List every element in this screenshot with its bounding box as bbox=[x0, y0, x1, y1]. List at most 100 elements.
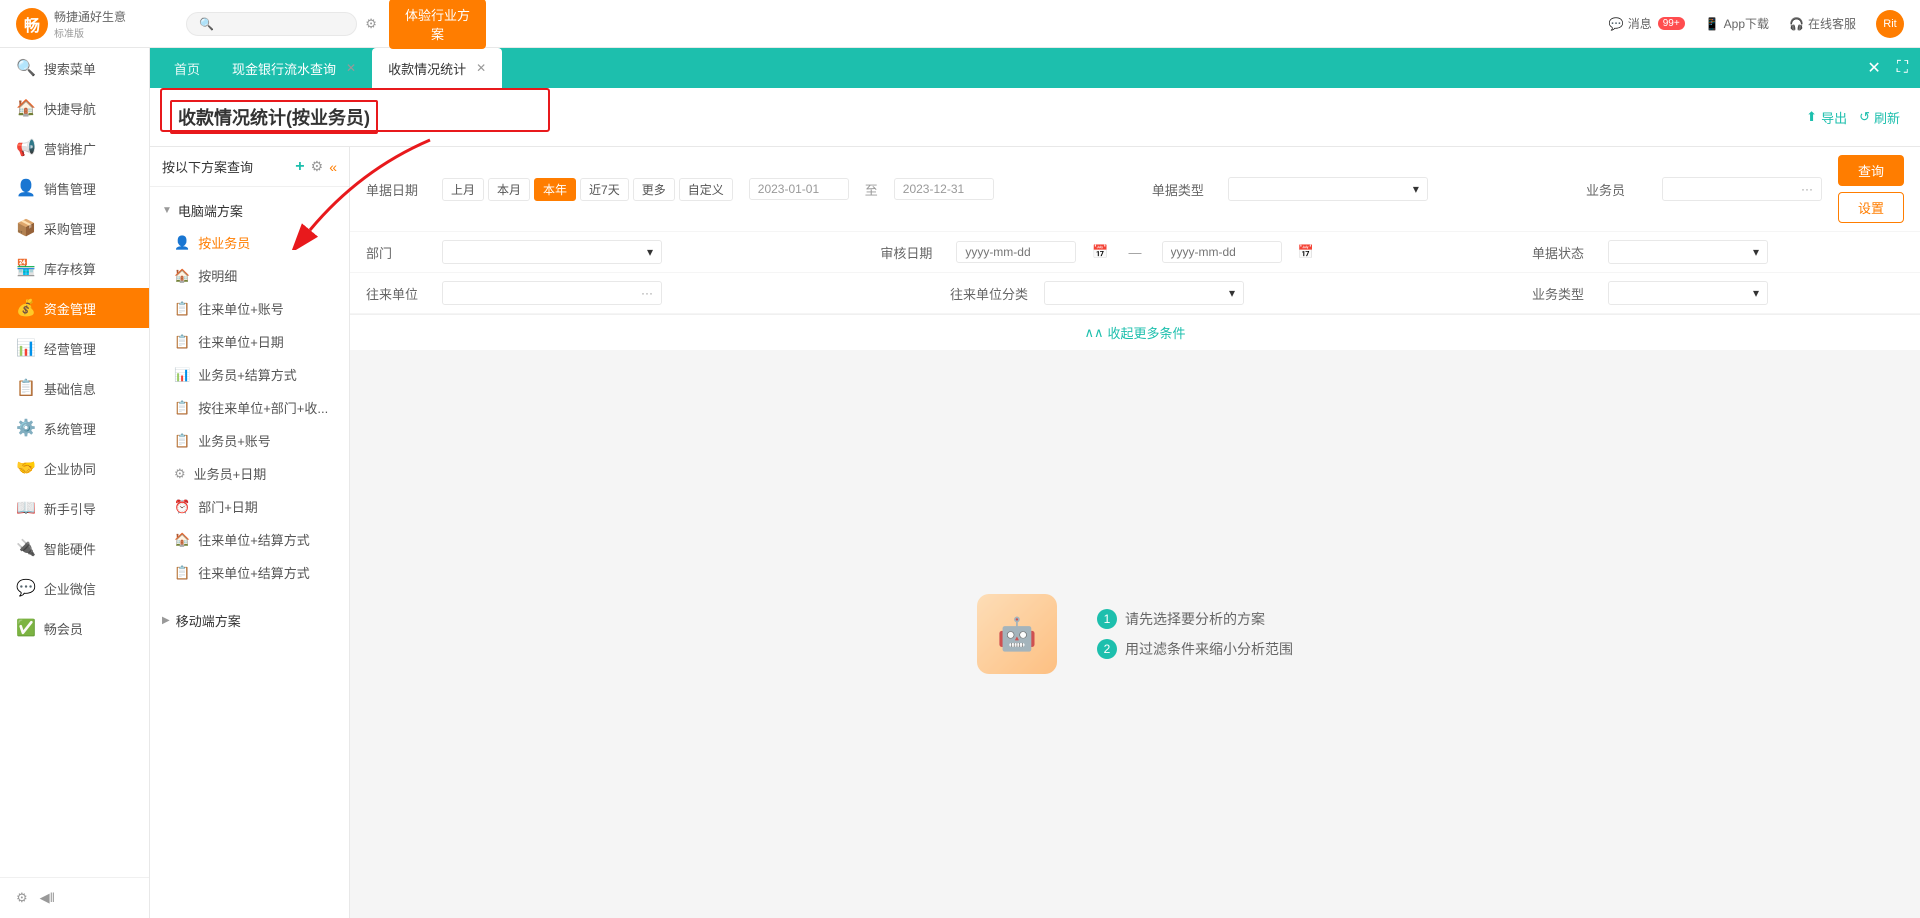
tab-home[interactable]: 首页 bbox=[158, 48, 216, 88]
date-btn-3[interactable]: 近7天 bbox=[580, 178, 629, 201]
sidebar-label-wechat: 企业微信 bbox=[44, 579, 96, 598]
calendar-icon2[interactable]: 📅 bbox=[1298, 244, 1314, 260]
headset-icon: 🎧 bbox=[1789, 17, 1804, 31]
scheme-item-icon-0-3: 📋 bbox=[174, 334, 190, 350]
salesperson-dots[interactable]: ··· bbox=[1801, 182, 1813, 196]
sidebar-icon-guide: 📖 bbox=[16, 498, 36, 518]
doc-type-select[interactable]: ▾ bbox=[1228, 177, 1428, 201]
scheme-section-title-0[interactable]: ▼电脑端方案 bbox=[150, 195, 349, 226]
sidebar-item-member[interactable]: ✅畅会员 bbox=[0, 608, 149, 648]
sidebar-item-purchase[interactable]: 📦采购管理 bbox=[0, 208, 149, 248]
scheme-item-0-2[interactable]: 📋往来单位+账号 bbox=[150, 292, 349, 325]
doc-status-select[interactable]: ▾ bbox=[1608, 240, 1768, 264]
messages-btn[interactable]: 💬 消息 99+ bbox=[1609, 15, 1685, 32]
settings-icon[interactable]: ⚙ bbox=[16, 890, 28, 906]
scheme-item-0-4[interactable]: 📊业务员+结算方式 bbox=[150, 358, 349, 391]
scheme-item-0-10[interactable]: 📋往来单位+结算方式 bbox=[150, 556, 349, 589]
sidebar-item-sales[interactable]: 👤销售管理 bbox=[0, 168, 149, 208]
sidebar-item-base[interactable]: 📋基础信息 bbox=[0, 368, 149, 408]
date-from-input[interactable] bbox=[749, 178, 849, 200]
dept-select[interactable]: ▾ bbox=[442, 240, 662, 264]
scheme-item-label-0-9: 往来单位+结算方式 bbox=[198, 530, 310, 549]
scheme-item-0-8[interactable]: ⏰部门+日期 bbox=[150, 490, 349, 523]
scheme-item-0-0[interactable]: 👤按业务员 bbox=[150, 226, 349, 259]
scheme-panel: 按以下方案查询 + ⚙ « ▼电脑端方案👤按业务员🏠按明细📋往来单位+账号📋往来… bbox=[150, 147, 350, 918]
partner-select[interactable]: ··· bbox=[442, 281, 662, 305]
date-to-input[interactable] bbox=[894, 178, 994, 200]
biz-type-label: 业务类型 bbox=[1532, 284, 1592, 303]
scheme-item-0-3[interactable]: 📋往来单位+日期 bbox=[150, 325, 349, 358]
export-btn[interactable]: ⬆ 导出 bbox=[1806, 108, 1847, 127]
tab-close-collection[interactable]: ✕ bbox=[476, 61, 486, 75]
scheme-section-title-1[interactable]: ▶移动端方案 bbox=[150, 605, 349, 636]
robot-icon: 🤖 bbox=[997, 615, 1037, 653]
scheme-item-0-6[interactable]: 📋业务员+账号 bbox=[150, 424, 349, 457]
scheme-item-label-0-8: 部门+日期 bbox=[198, 497, 258, 516]
sidebar-item-wechat[interactable]: 💬企业微信 bbox=[0, 568, 149, 608]
scheme-item-0-9[interactable]: 🏠往来单位+结算方式 bbox=[150, 523, 349, 556]
sidebar-item-enterprise[interactable]: 🤝企业协同 bbox=[0, 448, 149, 488]
date-btn-0[interactable]: 上月 bbox=[442, 178, 484, 201]
chevron-down-icon4: ▾ bbox=[1229, 286, 1235, 300]
collapse-icon[interactable]: ◀‖ bbox=[40, 890, 55, 906]
date-btn-1[interactable]: 本月 bbox=[488, 178, 530, 201]
sidebar-item-search[interactable]: 🔍搜索菜单 bbox=[0, 48, 149, 88]
scheme-item-0-1[interactable]: 🏠按明细 bbox=[150, 259, 349, 292]
sidebar-item-shortcut[interactable]: 🏠快捷导航 bbox=[0, 88, 149, 128]
sidebar-icon-inventory: 🏪 bbox=[16, 258, 36, 278]
tab-bank[interactable]: 现金银行流水查询✕ bbox=[216, 48, 372, 88]
sidebar-item-guide[interactable]: 📖新手引导 bbox=[0, 488, 149, 528]
gear-icon[interactable]: ⚙ bbox=[365, 16, 377, 32]
close-window-icon[interactable]: ✕ bbox=[1863, 54, 1884, 82]
online-service-btn[interactable]: 🎧 在线客服 bbox=[1789, 15, 1856, 32]
scheme-item-0-7[interactable]: ⚙业务员+日期 bbox=[150, 457, 349, 490]
partner-dots[interactable]: ··· bbox=[641, 286, 653, 300]
sidebar-label-marketing: 营销推广 bbox=[44, 139, 96, 158]
date-btn-4[interactable]: 更多 bbox=[633, 178, 675, 201]
partner-category-select[interactable]: ▾ bbox=[1044, 281, 1244, 305]
sidebar-item-finance[interactable]: 💰资金管理 bbox=[0, 288, 149, 328]
review-date-to[interactable] bbox=[1162, 241, 1282, 263]
empty-illustration: 🤖 bbox=[977, 594, 1057, 674]
sidebar-icon-marketing: 📢 bbox=[16, 138, 36, 158]
scheme-item-icon-0-2: 📋 bbox=[174, 301, 190, 317]
date-buttons: 上月本月本年近7天更多自定义 bbox=[442, 178, 733, 201]
tab-close-bank[interactable]: ✕ bbox=[346, 61, 356, 75]
logo-area: 畅 畅捷通好生意 标准版 bbox=[16, 8, 166, 40]
trial-btn[interactable]: 体验行业方案 bbox=[389, 0, 486, 49]
maximize-icon[interactable]: ⛶ bbox=[1893, 55, 1912, 81]
date-btn-2[interactable]: 本年 bbox=[534, 178, 576, 201]
sidebar-icon-hardware: 🔌 bbox=[16, 538, 36, 558]
sidebar-item-hardware[interactable]: 🔌智能硬件 bbox=[0, 528, 149, 568]
query-btn[interactable]: 查询 bbox=[1838, 155, 1904, 186]
chevron-down-icon5: ▾ bbox=[1753, 286, 1759, 300]
sidebar-item-system[interactable]: ⚙️系统管理 bbox=[0, 408, 149, 448]
empty-state: 🤖 1 请先选择要分析的方案 2 用过滤条件来缩小分析范围 bbox=[350, 350, 1920, 918]
scheme-header-title: 按以下方案查询 bbox=[162, 157, 289, 176]
scheme-item-0-5[interactable]: 📋按往来单位+部门+收... bbox=[150, 391, 349, 424]
sidebar-item-marketing[interactable]: 📢 营销推广 bbox=[0, 128, 149, 168]
dept-label: 部门 bbox=[366, 243, 426, 262]
sidebar-label-sales: 销售管理 bbox=[44, 179, 96, 198]
section-label-0: 电脑端方案 bbox=[178, 201, 243, 220]
calendar-icon[interactable]: 📅 bbox=[1092, 244, 1108, 260]
sidebar-item-inventory[interactable]: 🏪库存核算 bbox=[0, 248, 149, 288]
review-date-from[interactable] bbox=[956, 241, 1076, 263]
sidebar-icon-enterprise: 🤝 bbox=[16, 458, 36, 478]
scheme-collapse-icon[interactable]: « bbox=[329, 159, 337, 175]
scheme-settings-icon[interactable]: ⚙ bbox=[311, 158, 324, 175]
sidebar-item-operations[interactable]: 📊经营管理 bbox=[0, 328, 149, 368]
refresh-btn[interactable]: ↺ 刷新 bbox=[1859, 108, 1900, 127]
app-download-btn[interactable]: 📱 App下载 bbox=[1705, 15, 1769, 32]
sidebar-label-search: 搜索菜单 bbox=[44, 59, 96, 78]
biz-type-select[interactable]: ▾ bbox=[1608, 281, 1768, 305]
tab-collection[interactable]: 收款情况统计✕ bbox=[372, 48, 502, 88]
collapse-bar[interactable]: ∧∧ 收起更多条件 bbox=[350, 314, 1920, 350]
add-scheme-icon[interactable]: + bbox=[295, 158, 304, 176]
search-box[interactable]: 🔍 bbox=[186, 12, 357, 36]
salesperson-select[interactable]: ··· bbox=[1662, 177, 1822, 201]
settings-btn[interactable]: 设置 bbox=[1838, 192, 1904, 223]
partner-label: 往来单位 bbox=[366, 284, 426, 303]
date-btn-5[interactable]: 自定义 bbox=[679, 178, 733, 201]
avatar[interactable]: Rit bbox=[1876, 10, 1904, 38]
